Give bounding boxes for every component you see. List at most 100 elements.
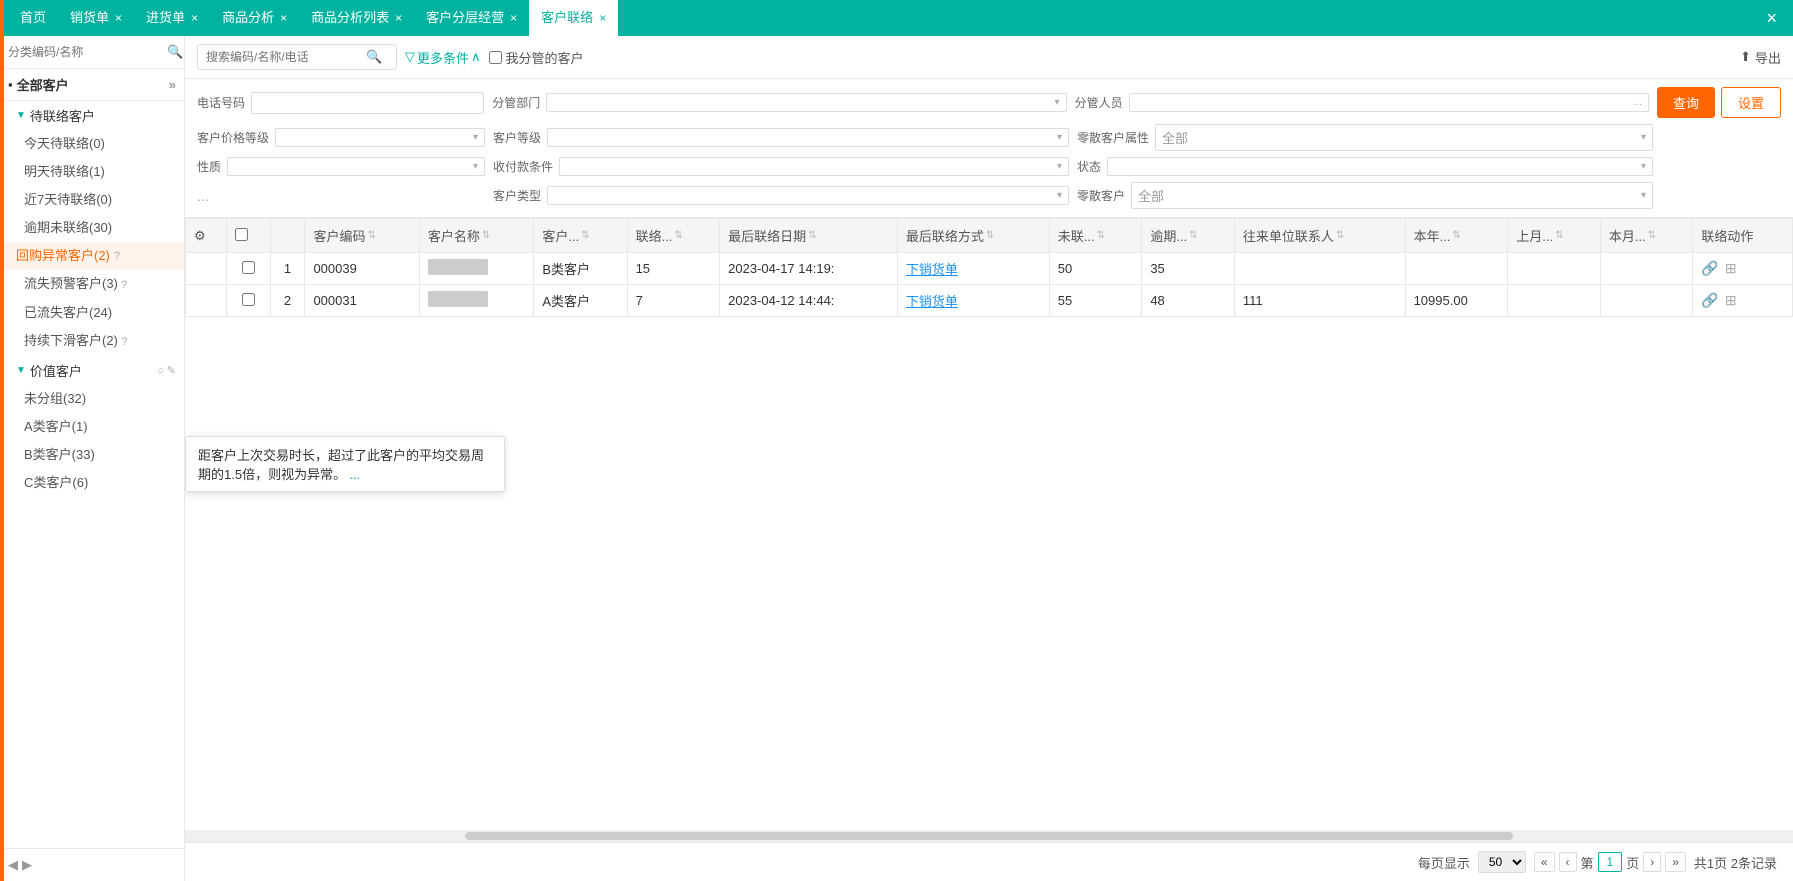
customer-level-select[interactable]: ▾: [547, 128, 1069, 147]
sidebar-already-lost[interactable]: 已流失客户(24): [0, 299, 184, 327]
col-category[interactable]: 客户... ⇅: [534, 219, 627, 253]
customer-type-select[interactable]: ▾: [547, 186, 1069, 205]
select-all-checkbox[interactable]: [235, 228, 248, 241]
nav-product-analysis-list[interactable]: 商品分析列表 ×: [299, 0, 414, 36]
sidebar-class-c[interactable]: C类客户(6): [0, 469, 184, 497]
nav-customer-contact[interactable]: 客户联络 ×: [529, 0, 618, 36]
first-page-button[interactable]: «: [1534, 852, 1555, 872]
query-button[interactable]: 查询: [1657, 87, 1715, 118]
col-contact[interactable]: 联络... ⇅: [627, 219, 720, 253]
sidebar-tomorrow-contact[interactable]: 明天待联络(1): [0, 158, 184, 186]
search-box[interactable]: 🔍: [197, 44, 397, 70]
col-uncontacted[interactable]: 未联... ⇅: [1049, 219, 1142, 253]
sort-contact-icon[interactable]: ⇅: [674, 230, 682, 241]
sort-uncontacted-icon[interactable]: ⇅: [1097, 230, 1105, 241]
next-page-button[interactable]: ›: [1643, 852, 1661, 872]
sort-this-month-icon[interactable]: ⇅: [1648, 230, 1656, 241]
row2-checkbox-input[interactable]: [242, 293, 255, 306]
settings-icon[interactable]: ⚙: [194, 228, 206, 243]
sort-category-icon[interactable]: ⇅: [581, 230, 589, 241]
sidebar-7day-contact[interactable]: 近7天待联络(0): [0, 186, 184, 214]
sort-date-icon[interactable]: ⇅: [808, 230, 816, 241]
sort-method-icon[interactable]: ⇅: [986, 230, 994, 241]
phone-input[interactable]: [251, 92, 484, 114]
row2-checkbox[interactable]: [227, 285, 270, 317]
nav-product-analysis-list-close[interactable]: ×: [395, 0, 402, 36]
sidebar-search-input[interactable]: [8, 45, 163, 59]
sidebar-overdue-contact[interactable]: 逾期未联络(30): [0, 214, 184, 242]
col-overdue[interactable]: 逾期... ⇅: [1142, 219, 1235, 253]
sidebar-class-b[interactable]: B类客户(33): [0, 441, 184, 469]
sidebar-value-customer-group[interactable]: ▼ 价值客户 ○ ✎: [0, 356, 184, 385]
row1-checkbox[interactable]: [227, 253, 270, 285]
col-checkbox[interactable]: [227, 219, 270, 253]
nav-sales-order[interactable]: 销货单 ×: [58, 0, 134, 36]
retail-attr-select[interactable]: 全部 ▾: [1155, 124, 1653, 151]
nav-product-analysis-close[interactable]: ×: [280, 0, 287, 36]
sidebar-contact-group[interactable]: ▼ 待联络客户: [0, 101, 184, 130]
col-last-month[interactable]: 上月... ⇅: [1508, 219, 1601, 253]
sidebar-today-contact[interactable]: 今天待联络(0): [0, 130, 184, 158]
nav-sales-order-close[interactable]: ×: [115, 0, 122, 36]
nav-customer-segment[interactable]: 客户分层经营 ×: [414, 0, 529, 36]
nav-customer-contact-close[interactable]: ×: [599, 0, 606, 36]
nature-select[interactable]: ▾: [227, 157, 485, 176]
nav-product-analysis[interactable]: 商品分析 ×: [210, 0, 299, 36]
nav-customer-segment-close[interactable]: ×: [510, 0, 517, 36]
sort-last-month-icon[interactable]: ⇅: [1555, 230, 1563, 241]
nav-home[interactable]: 首页: [8, 0, 58, 36]
more-conditions-btn[interactable]: ▽ 更多条件 ∧: [405, 48, 481, 67]
horizontal-scrollbar[interactable]: [185, 830, 1793, 842]
my-customer-checkbox-container[interactable]: 我分管的客户: [489, 48, 584, 67]
sidebar-declining[interactable]: 持续下滑客户(2) ?: [0, 327, 184, 356]
window-close-button[interactable]: ×: [1758, 8, 1785, 29]
department-select[interactable]: ▾: [546, 93, 1066, 112]
nav-purchase-order-close[interactable]: ×: [191, 0, 198, 36]
sidebar-ungrouped[interactable]: 未分组(32): [0, 385, 184, 413]
setting-button[interactable]: 设置: [1721, 87, 1781, 118]
manager-select[interactable]: ...: [1129, 93, 1649, 112]
sort-year-icon[interactable]: ⇅: [1452, 230, 1460, 241]
row2-last-contact-method[interactable]: 下销货单: [897, 285, 1049, 317]
sidebar-abnormal-repurchase[interactable]: 回购异常客户(2) ?: [0, 242, 184, 270]
sort-contacts-icon[interactable]: ⇅: [1336, 230, 1344, 241]
prev-page-button[interactable]: ‹: [1559, 852, 1577, 872]
search-icon[interactable]: 🔍: [366, 49, 382, 65]
col-this-year[interactable]: 本年... ⇅: [1405, 219, 1508, 253]
col-name[interactable]: 客户名称 ⇅: [419, 219, 533, 253]
sidebar-class-a[interactable]: A类客户(1): [0, 413, 184, 441]
more-dots[interactable]: ...: [197, 188, 209, 204]
col-settings[interactable]: ⚙: [186, 219, 227, 253]
price-level-select[interactable]: ▾: [275, 128, 485, 147]
payment-select[interactable]: ▾: [559, 157, 1069, 176]
search-input[interactable]: [206, 50, 366, 64]
my-customer-checkbox[interactable]: [489, 51, 502, 64]
sidebar-left-arrow[interactable]: ◀: [8, 857, 18, 873]
row2-link-icon[interactable]: 🔗: [1701, 292, 1718, 309]
col-this-month[interactable]: 本月... ⇅: [1600, 219, 1693, 253]
col-last-contact-date[interactable]: 最后联络日期 ⇅: [720, 219, 898, 253]
sort-overdue-icon[interactable]: ⇅: [1189, 230, 1197, 241]
sidebar-search-icon[interactable]: 🔍: [167, 44, 183, 60]
row1-link-icon[interactable]: 🔗: [1701, 260, 1718, 277]
sidebar-all-customers[interactable]: ▪ 全部客户 »: [0, 69, 184, 101]
sidebar-lost-warning[interactable]: 流失预警客户(3) ?: [0, 270, 184, 299]
per-page-select[interactable]: 50: [1478, 851, 1526, 873]
sort-name-icon[interactable]: ⇅: [482, 230, 490, 241]
row2-grid-icon[interactable]: ⊞: [1725, 292, 1737, 309]
sort-code-icon[interactable]: ⇅: [367, 230, 375, 241]
col-contacts-person[interactable]: 往来单位联系人 ⇅: [1234, 219, 1405, 253]
scrollbar-thumb[interactable]: [465, 832, 1513, 840]
last-page-button[interactable]: »: [1665, 852, 1686, 872]
export-button[interactable]: ⬆ 导出: [1740, 48, 1781, 67]
col-code[interactable]: 客户编码 ⇅: [305, 219, 419, 253]
sidebar-right-arrow[interactable]: ▶: [22, 857, 32, 873]
tooltip-more-link[interactable]: ...: [349, 467, 360, 482]
retail-customer-select[interactable]: 全部 ▾: [1131, 182, 1653, 209]
row1-checkbox-input[interactable]: [242, 261, 255, 274]
row1-grid-icon[interactable]: ⊞: [1725, 260, 1737, 277]
nav-purchase-order[interactable]: 进货单 ×: [134, 0, 210, 36]
status-select[interactable]: ▾: [1107, 157, 1653, 176]
col-last-contact-method[interactable]: 最后联络方式 ⇅: [897, 219, 1049, 253]
row1-last-contact-method[interactable]: 下销货单: [897, 253, 1049, 285]
